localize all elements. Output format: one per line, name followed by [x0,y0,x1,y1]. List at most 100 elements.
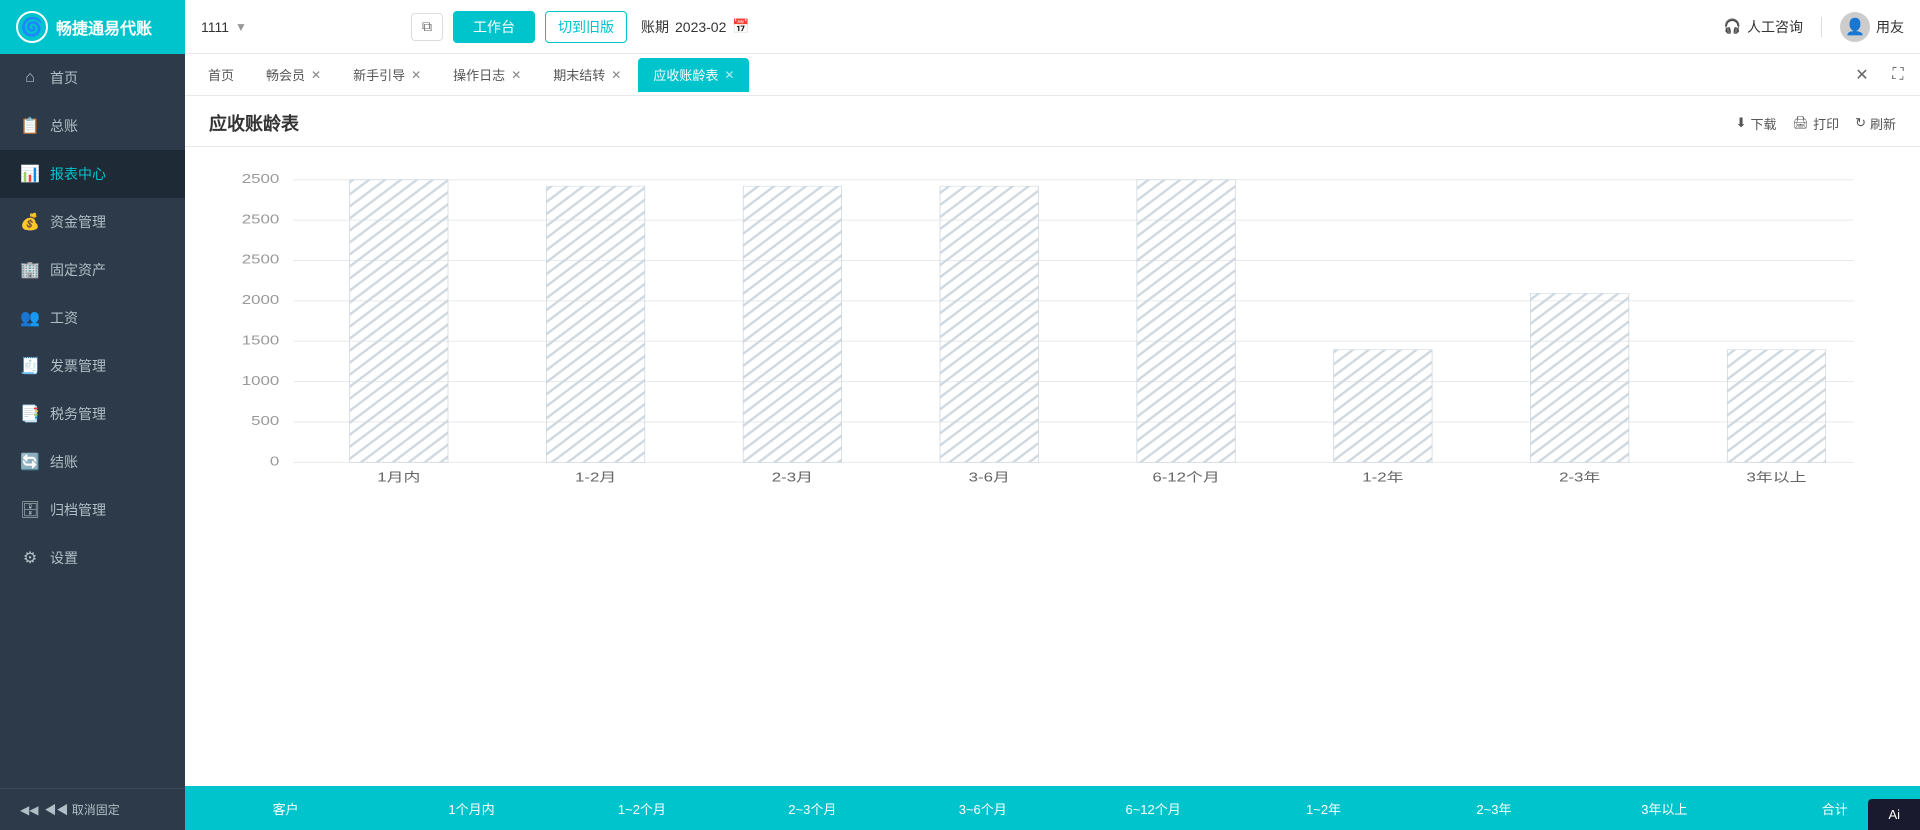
table-header-cell: 6~12个月 [1068,799,1238,818]
fixed-assets-icon: 🏢 [20,260,40,280]
tab-label-home: 首页 [208,65,234,84]
svg-text:1-2月: 1-2月 [575,470,616,484]
refresh-label: 刷新 [1870,114,1896,133]
user-menu[interactable]: 👤 用友 [1840,12,1904,42]
svg-text:3年以上: 3年以上 [1747,470,1807,484]
switch-version-button[interactable]: 切到旧版 [545,11,627,43]
sidebar-label-fund-management: 资金管理 [50,212,106,232]
svg-text:1-2年: 1-2年 [1362,470,1403,484]
support-button[interactable]: 🎧 人工咨询 [1724,17,1803,37]
sidebar-item-fund-management[interactable]: 💰 资金管理 [0,198,185,246]
sidebar-item-settings[interactable]: ⚙ 设置 [0,534,185,582]
download-icon: ⬇ [1736,115,1747,131]
sidebar-label-payroll: 工资 [50,308,78,328]
accounting-period: 账期 2023-02 📅 [641,17,750,37]
refresh-icon: ↻ [1855,115,1866,131]
fund-management-icon: 💰 [20,212,40,232]
sidebar-item-home[interactable]: ⌂ 首页 [0,54,185,102]
logo-icon: 🌀 [16,11,48,43]
sidebar: 🌀 畅捷通易代账 ⌂ 首页 📋 总账 📊 报表中心 💰 资金管理 🏢 固定资产 … [0,0,185,830]
tab-home[interactable]: 首页 [193,58,249,92]
sidebar-label-fixed-assets: 固定资产 [50,260,106,280]
payroll-icon: 👥 [20,308,40,328]
tab-member[interactable]: 畅会员✕ [251,58,336,92]
sidebar-pin-toggle[interactable]: ◀◀ ◀◀ 取消固定 [0,788,185,830]
tab-ar-aging[interactable]: 应收账龄表✕ [638,58,749,92]
tab-close-operation-log[interactable]: ✕ [511,69,521,81]
logo-text: 畅捷通易代账 [56,15,152,39]
tab-close-guide[interactable]: ✕ [411,69,421,81]
sidebar-label-tax-management: 税务管理 [50,404,106,424]
tab-operation-log[interactable]: 操作日志 ✕ [438,58,536,92]
pin-icon: ◀◀ [20,803,38,817]
header: 1111 ▼ ⧉ 工作台 切到旧版 账期 2023-02 📅 🎧 人工咨询 👤 … [185,0,1920,54]
table-header-cell: 1个月内 [386,799,556,818]
tab-close-period-end[interactable]: ✕ [611,69,621,81]
content-area: 应收账龄表 ⬇ 下载 🖨 打印 ↻ 刷新 [185,96,1920,830]
sidebar-label-general-ledger: 总账 [50,116,78,136]
tabs-bar: 首页畅会员✕新手引导✕操作日志✕期末结转✕应收账龄表✕ ✕ ⛶ [185,54,1920,96]
company-selector[interactable]: 1111 ▼ [201,19,401,35]
sidebar-item-archive-management[interactable]: 🗄 归档管理 [0,486,185,534]
support-label: 人工咨询 [1747,17,1803,37]
svg-text:2500: 2500 [242,172,279,186]
table-header-cell: 1~2年 [1238,799,1408,818]
tab-period-end[interactable]: 期末结转 ✕ [538,58,636,92]
page-title: 应收账龄表 [209,110,299,136]
sidebar-nav: ⌂ 首页 📋 总账 📊 报表中心 💰 资金管理 🏢 固定资产 👥 工资 🧾 发票… [0,54,185,788]
sidebar-item-report-center[interactable]: 📊 报表中心 [0,150,185,198]
page-actions: ⬇ 下载 🖨 打印 ↻ 刷新 [1736,114,1896,133]
tab-guide[interactable]: 新手引导✕ [338,58,436,92]
sidebar-item-fixed-assets[interactable]: 🏢 固定资产 [0,246,185,294]
page-header: 应收账龄表 ⬇ 下载 🖨 打印 ↻ 刷新 [185,96,1920,147]
table-header-cell: 客户 [185,799,386,818]
company-name: 1111 [201,19,229,35]
avatar: 👤 [1840,12,1870,42]
download-label: 下载 [1751,114,1777,133]
sidebar-logo: 🌀 畅捷通易代账 [0,0,185,54]
print-button[interactable]: 🖨 打印 [1793,114,1840,133]
tab-close-ar-aging[interactable]: ✕ [724,69,734,81]
report-center-icon: 📊 [20,164,40,184]
expand-tab-button[interactable]: ⛶ [1884,61,1912,89]
sidebar-item-settlement[interactable]: 🔄 结账 [0,438,185,486]
svg-text:2000: 2000 [242,293,279,307]
pin-label: ◀◀ 取消固定 [44,801,119,818]
sidebar-item-tax-management[interactable]: 📑 税务管理 [0,390,185,438]
sidebar-item-general-ledger[interactable]: 📋 总账 [0,102,185,150]
archive-management-icon: 🗄 [20,500,40,520]
print-label: 打印 [1813,114,1839,133]
period-label: 账期 [641,17,669,37]
sidebar-label-report-center: 报表中心 [50,164,106,184]
table-header-cell: 2~3年 [1409,799,1579,818]
sidebar-label-settings: 设置 [50,548,78,568]
bar-chart: 2500 2500 2500 2000 1500 1000 500 0 [209,167,1896,507]
refresh-button[interactable]: ↻ 刷新 [1855,114,1896,133]
table-header-cell: 2~3个月 [727,799,897,818]
tab-label-period-end: 期末结转 [553,65,605,84]
sidebar-label-archive-management: 归档管理 [50,500,106,520]
main-area: 1111 ▼ ⧉ 工作台 切到旧版 账期 2023-02 📅 🎧 人工咨询 👤 … [185,0,1920,830]
download-button[interactable]: ⬇ 下载 [1736,114,1777,133]
table-header-cell: 1~2个月 [557,799,727,818]
close-tab-button[interactable]: ✕ [1848,61,1876,89]
svg-text:6-12个月: 6-12个月 [1152,470,1219,484]
svg-text:3-6月: 3-6月 [969,470,1010,484]
svg-text:2-3年: 2-3年 [1559,470,1600,484]
tab-close-member[interactable]: ✕ [311,69,321,81]
sidebar-label-settlement: 结账 [50,452,78,472]
sidebar-item-payroll[interactable]: 👥 工资 [0,294,185,342]
calendar-icon[interactable]: 📅 [732,18,749,35]
copy-company-button[interactable]: ⧉ [411,13,443,41]
tab-label-operation-log: 操作日志 [453,65,505,84]
table-header-cell: 3~6个月 [898,799,1068,818]
home-icon: ⌂ [20,69,40,87]
svg-text:500: 500 [251,414,279,428]
settlement-icon: 🔄 [20,452,40,472]
headset-icon: 🎧 [1724,18,1741,35]
username: 用友 [1876,17,1904,37]
svg-text:2500: 2500 [242,212,279,226]
ai-badge[interactable]: Ai [1868,799,1920,830]
workbench-button[interactable]: 工作台 [453,11,535,43]
sidebar-item-invoice-management[interactable]: 🧾 发票管理 [0,342,185,390]
